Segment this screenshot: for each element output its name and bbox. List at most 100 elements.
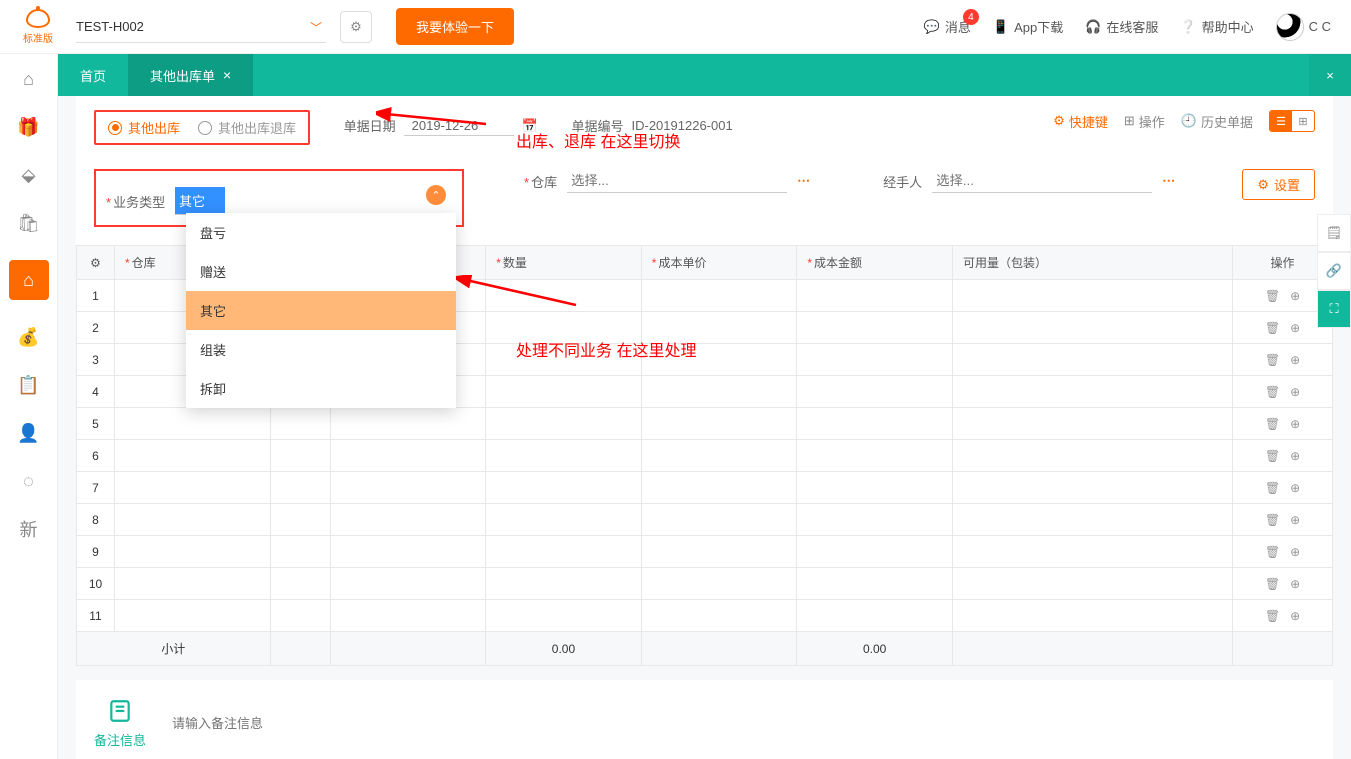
- tab-document[interactable]: 其他出库单 ×: [128, 54, 253, 96]
- shortcut-link[interactable]: ⚙ 快捷键: [1053, 112, 1108, 131]
- view-grid-icon[interactable]: ⊞: [1292, 111, 1314, 131]
- sidebar-sync-icon[interactable]: ◌: [18, 470, 40, 492]
- table-row[interactable]: 9🗑⊕: [77, 536, 1333, 568]
- copy-icon[interactable]: ⊕: [1290, 321, 1300, 335]
- close-all-icon[interactable]: ×: [1309, 54, 1351, 96]
- logo-icon: [26, 9, 50, 28]
- calendar-icon[interactable]: 📅: [522, 118, 538, 134]
- rail-link-icon[interactable]: 🔗: [1317, 252, 1351, 290]
- table-row[interactable]: 10 🗑 ⊕: [77, 568, 1333, 600]
- option-zengsong[interactable]: 赠送: [186, 252, 456, 291]
- copy-icon[interactable]: ⊕: [1290, 353, 1300, 367]
- sidebar-money-icon[interactable]: 💰: [18, 326, 40, 348]
- tab-home[interactable]: 首页: [58, 54, 128, 96]
- col-cost-amount: *成本金额: [797, 246, 953, 280]
- settings-icon[interactable]: ⚙: [340, 11, 372, 43]
- warehouse-field: *仓库 ⋯: [524, 169, 823, 193]
- date-value[interactable]: 2019-12-26: [404, 116, 514, 136]
- table-row[interactable]: 5🗑⊕: [77, 408, 1333, 440]
- user-menu[interactable]: C C: [1276, 13, 1331, 41]
- org-name: TEST-H002: [76, 19, 144, 34]
- more-icon[interactable]: ⋯: [1162, 173, 1175, 189]
- try-button[interactable]: 我要体验一下: [396, 8, 514, 45]
- subtotal-label: 小计: [77, 632, 271, 666]
- sidebar-new-icon[interactable]: 新: [18, 518, 40, 540]
- delete-icon[interactable]: 🗑: [1265, 417, 1280, 431]
- copy-icon[interactable]: ⊕: [1290, 577, 1300, 591]
- table-row[interactable]: 11 🗑 ⊕: [77, 600, 1333, 632]
- delete-icon[interactable]: 🗑: [1265, 449, 1280, 463]
- rail-note-icon[interactable]: 🗒: [1317, 214, 1351, 252]
- col-available: 可用量（包装）: [953, 246, 1233, 280]
- column-config-icon[interactable]: ⚙: [77, 246, 115, 280]
- delete-icon[interactable]: 🗑: [1265, 385, 1280, 399]
- date-field: 单据日期 2019-12-26 📅: [344, 116, 538, 136]
- delete-icon[interactable]: 🗑: [1265, 513, 1280, 527]
- table-row[interactable]: 6 🗑 ⊕: [77, 440, 1333, 472]
- sidebar-home-icon[interactable]: ⌂: [18, 68, 40, 90]
- messages-link[interactable]: 💬 消息 4: [924, 17, 971, 36]
- copy-icon[interactable]: ⊕: [1290, 545, 1300, 559]
- radio-return[interactable]: 其他出库退库: [198, 118, 296, 137]
- remarks-icon: 备注信息: [94, 698, 146, 749]
- row-index: 10: [77, 568, 115, 600]
- copy-icon[interactable]: ⊕: [1290, 449, 1300, 463]
- col-cost-price: *成本单价: [641, 246, 797, 280]
- rail-expand-icon[interactable]: ⛶: [1317, 290, 1351, 328]
- option-pankui[interactable]: 盘亏: [186, 213, 456, 252]
- copy-icon[interactable]: ⊕: [1290, 513, 1300, 527]
- sidebar-contact-icon[interactable]: 👤: [18, 422, 40, 444]
- close-icon[interactable]: ×: [223, 67, 231, 83]
- header-tools: ⚙ 快捷键 ⊞ 操作 🕘 历史单据 ☰ ⊞: [1053, 110, 1315, 132]
- row-index: 11: [77, 600, 115, 632]
- copy-icon[interactable]: ⊕: [1290, 609, 1300, 623]
- app-download-link[interactable]: 📱 App下载: [993, 17, 1063, 36]
- delete-icon[interactable]: 🗑: [1265, 545, 1280, 559]
- delete-icon[interactable]: 🗑: [1265, 289, 1280, 303]
- handler-select[interactable]: [932, 169, 1152, 193]
- handler-field: 经手人 ⋯: [883, 169, 1182, 193]
- table-row[interactable]: 7🗑⊕: [77, 472, 1333, 504]
- more-icon[interactable]: ⋯: [797, 173, 810, 189]
- delete-icon[interactable]: 🗑: [1265, 321, 1280, 335]
- sidebar-warehouse-icon[interactable]: ⌂: [9, 260, 49, 300]
- chevron-up-icon[interactable]: ⌃: [426, 185, 446, 205]
- business-type-select[interactable]: 其它: [175, 187, 225, 215]
- sidebar-clipboard-icon[interactable]: 📋: [18, 374, 40, 396]
- copy-icon[interactable]: ⊕: [1290, 417, 1300, 431]
- radio-outbound[interactable]: 其他出库: [108, 118, 180, 137]
- radio-icon: [108, 121, 122, 135]
- operate-link[interactable]: ⊞ 操作: [1124, 112, 1165, 131]
- help-icon: ❔: [1180, 19, 1196, 35]
- copy-icon[interactable]: ⊕: [1290, 385, 1300, 399]
- sidebar-gift-icon[interactable]: 🎁: [18, 116, 40, 138]
- row-index: 6: [77, 440, 115, 472]
- subtotal-qty: 0.00: [486, 632, 642, 666]
- delete-icon[interactable]: 🗑: [1265, 353, 1280, 367]
- org-selector[interactable]: TEST-H002 ﹀: [76, 11, 326, 43]
- outbound-type-radio-group: 其他出库 其他出库退库: [94, 110, 310, 145]
- option-chaixie[interactable]: 拆卸: [186, 369, 456, 408]
- copy-icon[interactable]: ⊕: [1290, 289, 1300, 303]
- option-qita[interactable]: 其它: [186, 291, 456, 330]
- delete-icon[interactable]: 🗑: [1265, 577, 1280, 591]
- remarks-input[interactable]: [172, 708, 1315, 739]
- row-index: 1: [77, 280, 115, 312]
- copy-icon[interactable]: ⊕: [1290, 481, 1300, 495]
- support-link[interactable]: 🎧 在线客服: [1085, 17, 1158, 36]
- help-link[interactable]: ❔ 帮助中心: [1180, 17, 1253, 36]
- table-row[interactable]: 8🗑⊕: [77, 504, 1333, 536]
- history-link[interactable]: 🕘 历史单据: [1181, 112, 1253, 131]
- gear-icon: ⚙: [1257, 177, 1269, 193]
- warehouse-select[interactable]: [567, 169, 787, 193]
- sidebar-tag-icon[interactable]: ⬙: [18, 164, 40, 186]
- delete-icon[interactable]: 🗑: [1265, 481, 1280, 495]
- option-zuzhuang[interactable]: 组装: [186, 330, 456, 369]
- view-list-icon[interactable]: ☰: [1270, 111, 1292, 131]
- delete-icon[interactable]: 🗑: [1265, 609, 1280, 623]
- sidebar-bag-icon[interactable]: 🛍: [18, 212, 40, 234]
- row-index: 2: [77, 312, 115, 344]
- top-right: 💬 消息 4 📱 App下载 🎧 在线客服 ❔ 帮助中心 C C: [924, 13, 1331, 41]
- settings-button[interactable]: ⚙ 设置: [1242, 169, 1315, 200]
- filter-row: *业务类型 其它 ⌃ 盘亏 赠送 其它 组装 拆卸 *仓库 ⋯: [76, 155, 1333, 245]
